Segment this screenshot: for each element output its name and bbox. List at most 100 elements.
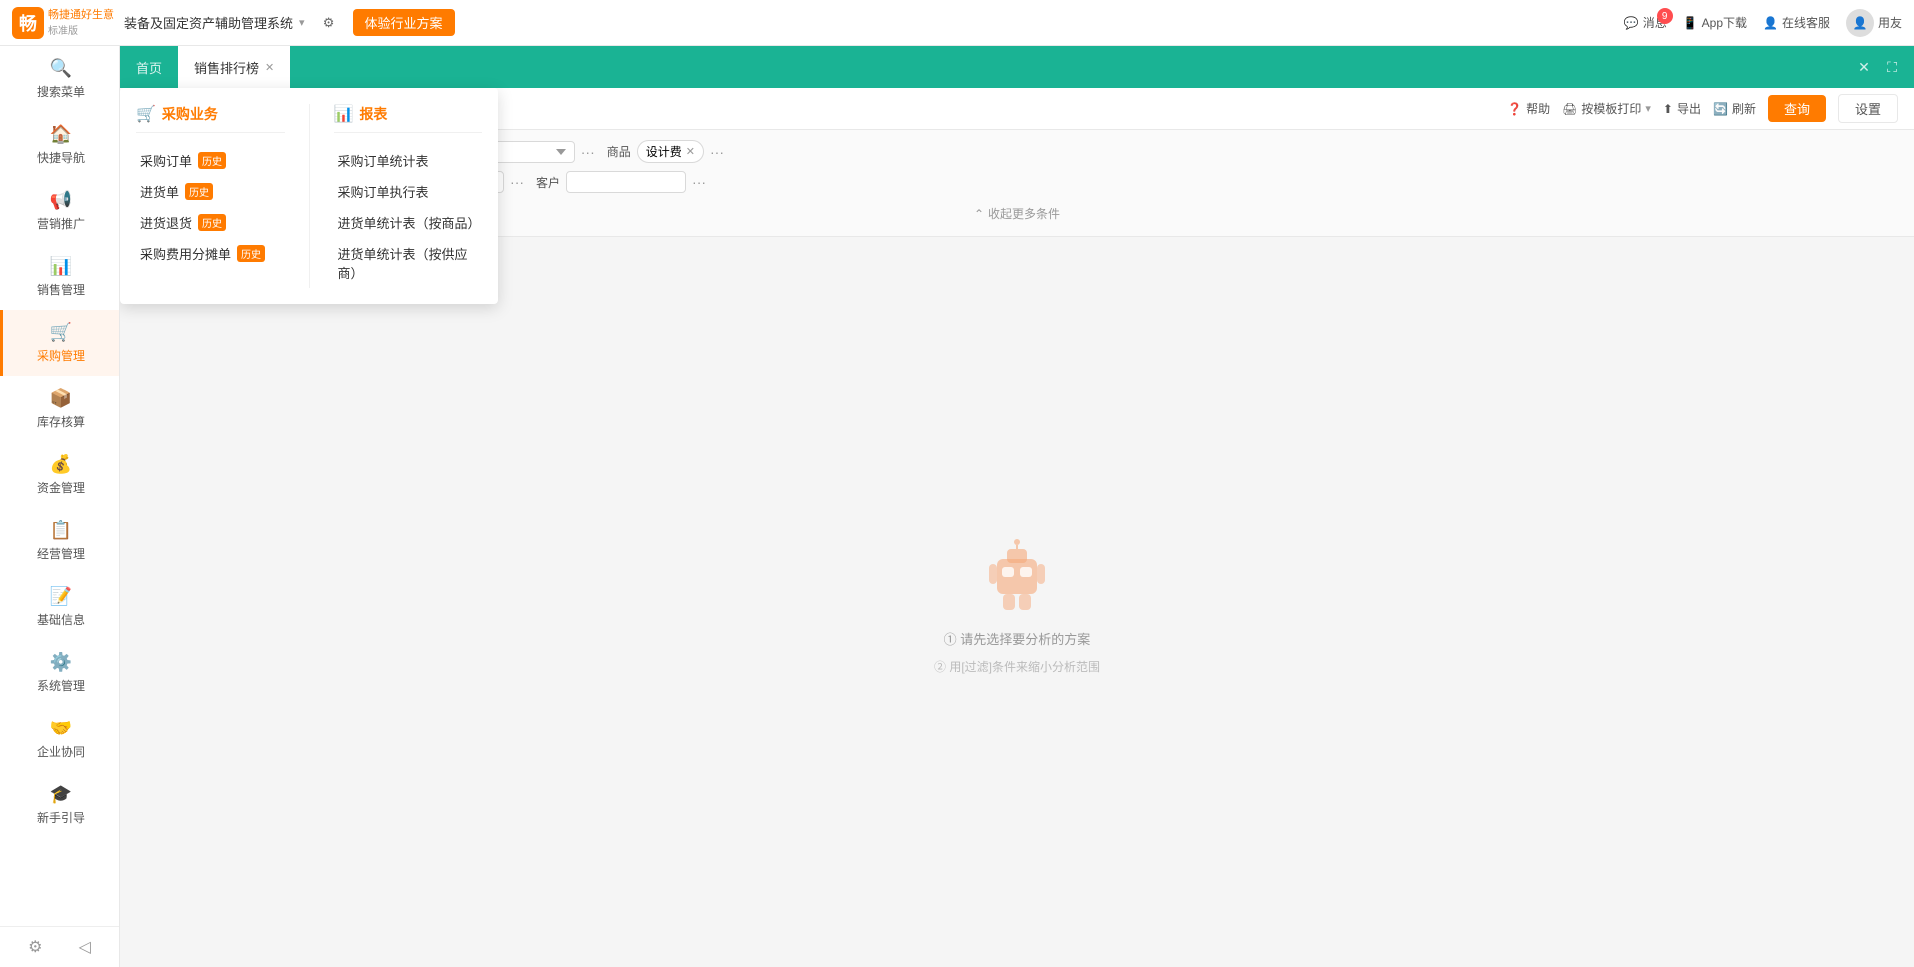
sidebar-item-inventory[interactable]: 📦 库存核算 — [0, 376, 119, 442]
tab-expand-btn[interactable]: ⛶ — [1880, 55, 1904, 79]
message-btn[interactable]: 💬 消息 9 — [1624, 14, 1667, 31]
badge-purchase-order: 历史 — [198, 152, 226, 169]
empty-tip2: ② 用[过滤]条件来缩小分析范围 — [934, 658, 1100, 675]
header-settings-icon[interactable]: ⚙ — [315, 9, 343, 37]
avatar: 👤 — [1846, 9, 1874, 37]
industry-btn[interactable]: 体验行业方案 — [353, 9, 455, 36]
purchase-dropdown-menu: 🛒 采购业务 采购订单 历史 进货单 历史 进货退货 历史 — [120, 88, 498, 304]
menu-item-purchase-order-exec[interactable]: 采购订单执行表 — [334, 176, 483, 207]
service-icon: 👤 — [1763, 16, 1778, 30]
purchase-col-title: 🛒 采购业务 — [136, 104, 285, 133]
header-left: 畅 畅捷通好生意 标准版 装备及固定资产辅助管理系统 ▾ ⚙ 体验行业方案 — [12, 7, 455, 39]
purchase-col-icon: 🛒 — [136, 104, 156, 124]
tab-close-sales-rank[interactable]: ✕ — [265, 61, 274, 74]
operation-icon: 📋 — [50, 520, 72, 541]
main-layout: 🔍 搜索菜单 🏠 快捷导航 📢 营销推广 📊 销售管理 🛒 采购管理 📦 库存核… — [0, 46, 1914, 967]
sidebar-settings-icon[interactable]: ⚙ — [28, 937, 42, 957]
settings-btn[interactable]: 设置 — [1838, 94, 1898, 123]
badge-inbound-return: 历史 — [198, 214, 226, 231]
tab-bar-right: ✕ ⛶ — [1842, 55, 1914, 79]
export-btn[interactable]: ⬆ 导出 — [1663, 100, 1701, 117]
tab-sales-rank[interactable]: 销售排行榜 ✕ — [178, 46, 290, 88]
system-title: 装备及固定资产辅助管理系统 ▾ — [124, 13, 305, 32]
export-icon: ⬆ — [1663, 102, 1673, 116]
menu-item-purchase-fee[interactable]: 采购费用分摊单 历史 — [136, 238, 285, 269]
marketing-icon: 📢 — [50, 190, 72, 211]
help-btn[interactable]: ❓ 帮助 — [1507, 100, 1550, 117]
system-icon: ⚙️ — [50, 652, 72, 673]
refresh-btn[interactable]: 🔄 刷新 — [1713, 100, 1756, 117]
system-title-arrow[interactable]: ▾ — [299, 16, 305, 29]
tab-home[interactable]: 首页 — [120, 46, 178, 88]
menu-item-label: 采购订单 — [140, 151, 192, 170]
header-right: 💬 消息 9 📱 App下载 👤 在线客服 👤 用友 — [1624, 9, 1902, 37]
message-badge: 9 — [1657, 8, 1673, 24]
collapse-btn[interactable]: ⌃ 收起更多条件 — [974, 205, 1060, 222]
query-btn[interactable]: 查询 — [1768, 95, 1826, 122]
customer-ellipsis[interactable]: ··· — [692, 174, 706, 190]
sidebar-item-newbie[interactable]: 🎓 新手引导 — [0, 772, 119, 838]
customer-input[interactable] — [566, 171, 686, 193]
message-icon: 💬 — [1624, 16, 1639, 30]
sidebar-item-purchase[interactable]: 🛒 采购管理 — [0, 310, 119, 376]
goods-ellipsis[interactable]: ··· — [710, 144, 724, 160]
print-btn[interactable]: 🖨 按模板打印 ▾ — [1562, 100, 1651, 117]
sidebar-collapse-icon[interactable]: ◁ — [79, 937, 91, 957]
goods-filter: 商品 设计费 ✕ ··· — [607, 140, 724, 163]
sidebar-item-system[interactable]: ⚙️ 系统管理 — [0, 640, 119, 706]
sidebar-item-search[interactable]: 🔍 搜索菜单 — [0, 46, 119, 112]
purchase-icon: 🛒 — [50, 322, 72, 343]
logo-icon: 畅 — [12, 7, 44, 39]
enterprise-icon: 🤝 — [50, 718, 72, 739]
goods-tag-close[interactable]: ✕ — [686, 145, 695, 158]
sidebar-item-finance[interactable]: 💰 资金管理 — [0, 442, 119, 508]
menu-item-label: 采购费用分摊单 — [140, 244, 231, 263]
sidebar-item-enterprise[interactable]: 🤝 企业协同 — [0, 706, 119, 772]
online-service-btn[interactable]: 👤 在线客服 — [1763, 14, 1830, 31]
menu-item-purchase-order-stat[interactable]: 采购订单统计表 — [334, 145, 483, 176]
goods-label: 商品 — [607, 143, 631, 160]
tab-close-btn[interactable]: ✕ — [1852, 55, 1876, 79]
sidebar-item-operation[interactable]: 📋 经营管理 — [0, 508, 119, 574]
tab-bar: 🛒 采购业务 采购订单 历史 进货单 历史 进货退货 历史 — [120, 46, 1914, 88]
logo-area: 畅 畅捷通好生意 标准版 — [12, 7, 114, 39]
user-area[interactable]: 👤 用友 — [1846, 9, 1902, 37]
empty-tip1: ① 请先选择要分析的方案 — [944, 629, 1091, 648]
sidebar-item-marketing[interactable]: 📢 营销推广 — [0, 178, 119, 244]
app-download-btn[interactable]: 📱 App下载 — [1683, 14, 1747, 31]
menu-item-label: 进货单统计表（按供应商） — [338, 244, 479, 282]
voucher-status-ellipsis[interactable]: ··· — [581, 144, 595, 160]
menu-item-inbound-return[interactable]: 进货退货 历史 — [136, 207, 285, 238]
menu-item-label: 进货单统计表（按商品） — [338, 213, 479, 232]
menu-item-purchase-order[interactable]: 采购订单 历史 — [136, 145, 285, 176]
menu-item-inbound[interactable]: 进货单 历史 — [136, 176, 285, 207]
help-icon: ❓ — [1507, 102, 1522, 116]
inventory-icon: 📦 — [50, 388, 72, 409]
report-column: 📊 报表 采购订单统计表 采购订单执行表 进货单统计表（按商品） 进货单统计表（… — [334, 104, 483, 288]
sidebar: 🔍 搜索菜单 🏠 快捷导航 📢 营销推广 📊 销售管理 🛒 采购管理 📦 库存核… — [0, 46, 120, 967]
header: 畅 畅捷通好生意 标准版 装备及固定资产辅助管理系统 ▾ ⚙ 体验行业方案 💬 … — [0, 0, 1914, 46]
avatar-icon: 👤 — [1853, 16, 1868, 30]
badge-inbound: 历史 — [185, 183, 213, 200]
badge-purchase-fee: 历史 — [237, 245, 265, 262]
basic-icon: 📝 — [50, 586, 72, 607]
menu-item-label: 进货单 — [140, 182, 179, 201]
sidebar-bottom: ⚙ ◁ — [0, 926, 119, 967]
sidebar-item-basic[interactable]: 📝 基础信息 — [0, 574, 119, 640]
goods-tag: 设计费 ✕ — [637, 140, 704, 163]
customer-label: 客户 — [536, 174, 560, 191]
sidebar-item-quick-nav[interactable]: 🏠 快捷导航 — [0, 112, 119, 178]
logo-line2: 标准版 — [48, 22, 114, 37]
print-dropdown-arrow[interactable]: ▾ — [1645, 102, 1651, 115]
salesman-ellipsis[interactable]: ··· — [510, 174, 524, 190]
menu-item-inbound-stat-goods[interactable]: 进货单统计表（按商品） — [334, 207, 483, 238]
mobile-icon: 📱 — [1683, 16, 1698, 30]
empty-state: ① 请先选择要分析的方案 ② 用[过滤]条件来缩小分析范围 — [120, 237, 1914, 967]
sidebar-item-sales[interactable]: 📊 销售管理 — [0, 244, 119, 310]
home-icon: 🏠 — [50, 124, 72, 145]
customer-filter: 客户 ··· — [536, 171, 706, 193]
logo-text-block: 畅捷通好生意 标准版 — [48, 8, 114, 37]
logo-line1: 畅捷通好生意 — [48, 8, 114, 22]
refresh-icon: 🔄 — [1713, 102, 1728, 116]
menu-item-inbound-stat-supplier[interactable]: 进货单统计表（按供应商） — [334, 238, 483, 288]
